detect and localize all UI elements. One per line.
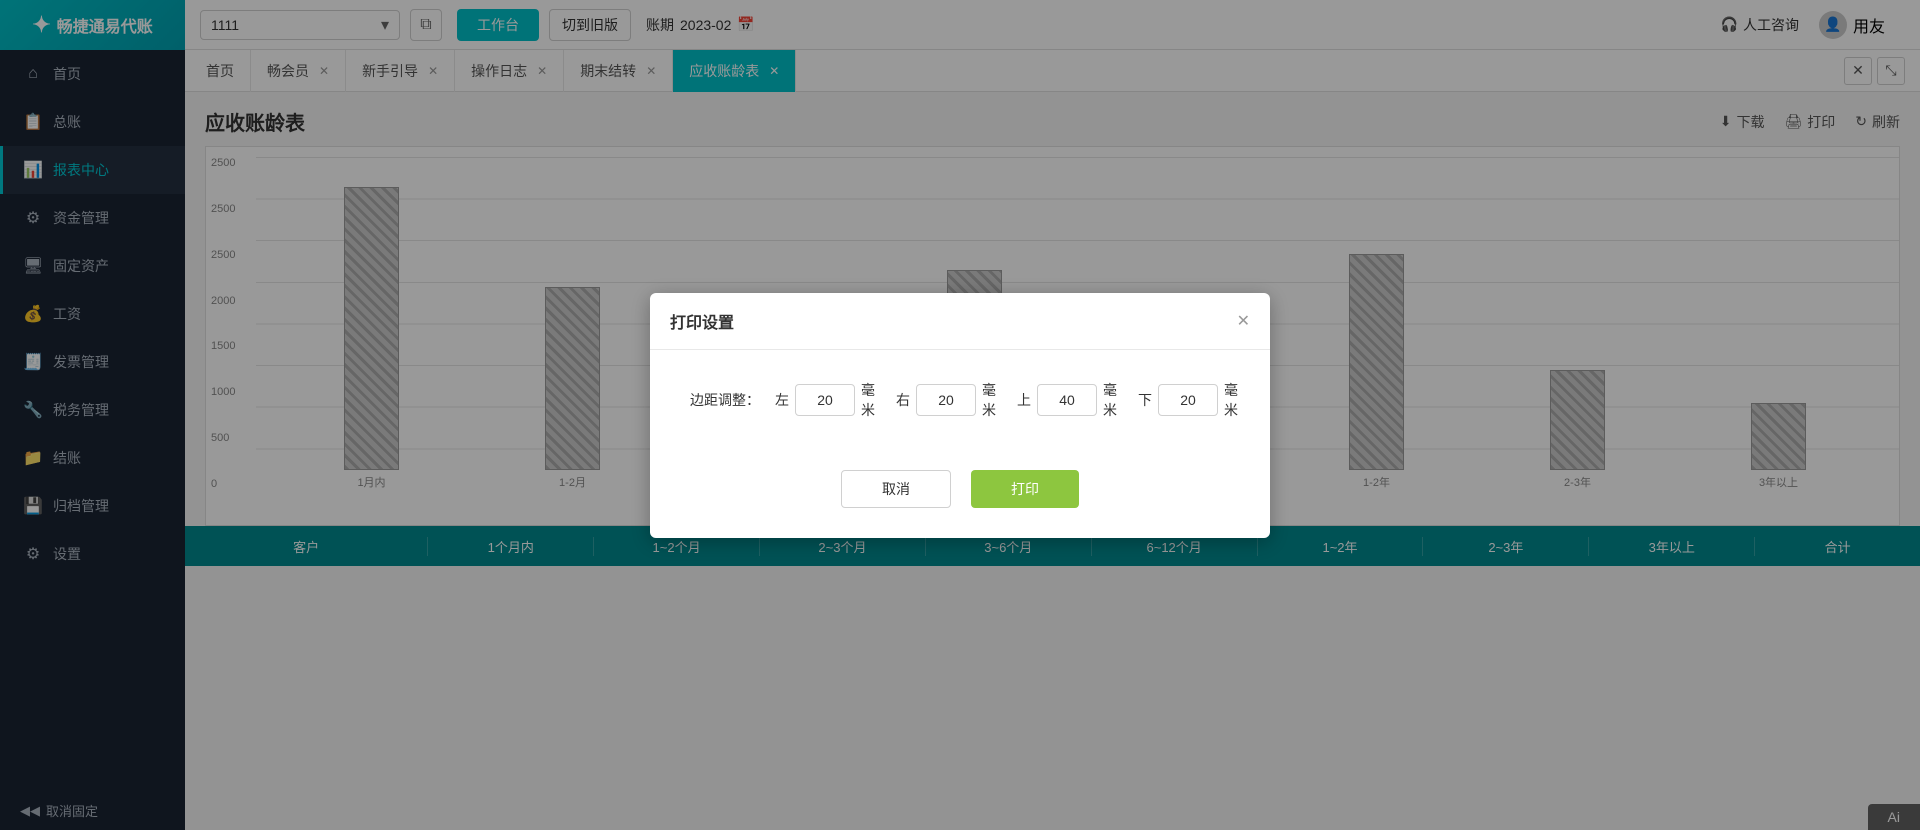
right-label: 右 (896, 390, 910, 410)
margin-label: 边距调整： (690, 390, 760, 410)
dialog-close-button[interactable]: ✕ (1237, 311, 1250, 331)
left-margin-input[interactable] (795, 384, 855, 416)
bottom-label: 下 (1138, 390, 1152, 410)
dialog-body: 边距调整： 左 毫米 右 毫米 上 毫米 下 毫米 (650, 350, 1270, 450)
top-margin-input[interactable] (1037, 384, 1097, 416)
dialog-footer: 取消 打印 (650, 450, 1270, 538)
dialog-header: 打印设置 ✕ (650, 293, 1270, 350)
modal-overlay: 打印设置 ✕ 边距调整： 左 毫米 右 毫米 上 毫米 下 毫米 取消 打印 (0, 0, 1920, 830)
right-unit: 毫米 (982, 380, 996, 420)
left-unit: 毫米 (861, 380, 875, 420)
top-unit: 毫米 (1103, 380, 1117, 420)
right-margin-input[interactable] (916, 384, 976, 416)
top-label: 上 (1017, 390, 1031, 410)
cancel-button[interactable]: 取消 (841, 470, 951, 508)
bottom-unit: 毫米 (1224, 380, 1238, 420)
bottom-margin-input[interactable] (1158, 384, 1218, 416)
print-confirm-button[interactable]: 打印 (971, 470, 1079, 508)
margin-group: 左 毫米 右 毫米 上 毫米 下 毫米 (775, 380, 1253, 420)
dialog-title: 打印设置 (670, 309, 734, 333)
left-label: 左 (775, 390, 789, 410)
print-settings-dialog: 打印设置 ✕ 边距调整： 左 毫米 右 毫米 上 毫米 下 毫米 取消 打印 (650, 293, 1270, 538)
